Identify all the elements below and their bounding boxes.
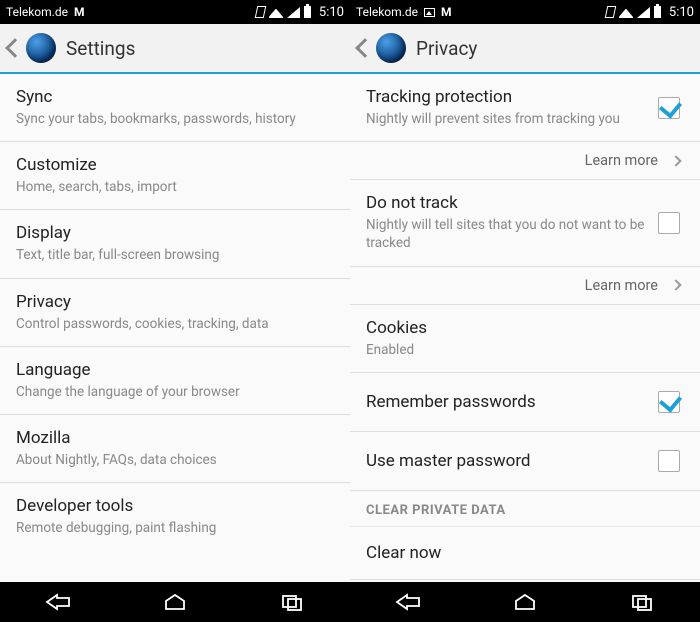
- item-title: Privacy: [16, 292, 334, 312]
- battery-icon: [654, 6, 661, 18]
- dnt-checkbox[interactable]: [658, 212, 680, 234]
- item-title: Developer tools: [16, 496, 334, 516]
- nav-back-button[interactable]: [38, 590, 78, 614]
- item-title: Clear now: [366, 543, 684, 563]
- tracking-checkbox[interactable]: [658, 97, 680, 119]
- tracking-learn-more[interactable]: Learn more: [350, 142, 700, 180]
- page-title: Privacy: [416, 37, 477, 60]
- privacy-list: Tracking protection Nightly will prevent…: [350, 74, 700, 582]
- learn-more-label: Learn more: [585, 152, 658, 169]
- item-title: Customize: [16, 155, 334, 175]
- mail-icon: M: [74, 5, 85, 19]
- status-clock: 5:10: [319, 5, 344, 20]
- nav-recent-button[interactable]: [622, 590, 662, 614]
- learn-more-label: Learn more: [585, 277, 658, 294]
- master-password-checkbox[interactable]: [658, 450, 680, 472]
- clear-private-data-header: CLEAR PRIVATE DATA: [350, 491, 700, 527]
- mail-icon: M: [441, 5, 452, 19]
- item-subtitle: Nightly will prevent sites from tracking…: [366, 110, 648, 128]
- signal-icon: [637, 7, 650, 18]
- signal-icon: [287, 7, 300, 18]
- item-subtitle: Home, search, tabs, import: [16, 178, 334, 196]
- nav-home-button[interactable]: [155, 590, 195, 614]
- chevron-right-icon: [670, 155, 681, 166]
- nfc-icon: [605, 6, 617, 18]
- settings-item-language[interactable]: Language Change the language of your bro…: [0, 347, 350, 415]
- dnt-learn-more[interactable]: Learn more: [350, 267, 700, 305]
- carrier-label: Telekom.de: [6, 5, 68, 19]
- status-bar: Telekom.de M 5:10: [0, 0, 350, 24]
- privacy-item-cookies[interactable]: Cookies Enabled: [350, 305, 700, 373]
- battery-icon: [304, 6, 311, 18]
- settings-list: Sync Sync your tabs, bookmarks, password…: [0, 74, 350, 582]
- wifi-icon: [269, 7, 283, 18]
- settings-item-mozilla[interactable]: Mozilla About Nightly, FAQs, data choice…: [0, 415, 350, 483]
- header-bar: Settings: [0, 24, 350, 74]
- item-title: Language: [16, 360, 334, 380]
- privacy-item-do-not-track[interactable]: Do not track Nightly will tell sites tha…: [350, 180, 700, 266]
- app-globe-icon[interactable]: [26, 33, 56, 63]
- item-subtitle: Change the language of your browser: [16, 383, 334, 401]
- privacy-pane: Telekom.de M 5:10 Privacy Tracking prote…: [350, 0, 700, 582]
- item-title: Cookies: [366, 318, 684, 338]
- privacy-item-clear-now[interactable]: Clear now: [350, 527, 700, 580]
- item-subtitle: Control passwords, cookies, tracking, da…: [16, 315, 334, 333]
- item-title: Use master password: [366, 451, 648, 471]
- settings-item-developer-tools[interactable]: Developer tools Remote debugging, paint …: [0, 483, 350, 550]
- header-bar: Privacy: [350, 24, 700, 74]
- nav-home-button[interactable]: [505, 590, 545, 614]
- nav-recent-button[interactable]: [272, 590, 312, 614]
- privacy-item-tracking-protection[interactable]: Tracking protection Nightly will prevent…: [350, 74, 700, 142]
- item-title: Sync: [16, 87, 334, 107]
- settings-item-sync[interactable]: Sync Sync your tabs, bookmarks, password…: [0, 74, 350, 142]
- screenshot-icon: [424, 8, 435, 17]
- item-title: Remember passwords: [366, 392, 648, 412]
- status-clock: 5:10: [669, 5, 694, 20]
- wifi-icon: [619, 7, 633, 18]
- status-bar: Telekom.de M 5:10: [350, 0, 700, 24]
- back-icon[interactable]: [355, 38, 375, 58]
- nav-back-button[interactable]: [388, 590, 428, 614]
- remember-passwords-checkbox[interactable]: [658, 391, 680, 413]
- item-subtitle: Remote debugging, paint flashing: [16, 519, 334, 537]
- settings-item-customize[interactable]: Customize Home, search, tabs, import: [0, 142, 350, 210]
- chevron-right-icon: [670, 279, 681, 290]
- item-subtitle: Sync your tabs, bookmarks, passwords, hi…: [16, 110, 334, 128]
- item-subtitle: Nightly will tell sites that you do not …: [366, 216, 648, 252]
- item-title: Mozilla: [16, 428, 334, 448]
- privacy-item-master-password[interactable]: Use master password: [350, 432, 700, 491]
- item-title: Tracking protection: [366, 87, 648, 107]
- item-subtitle: Text, title bar, full-screen browsing: [16, 246, 334, 264]
- settings-pane: Telekom.de M 5:10 Settings Sync Sync you…: [0, 0, 350, 582]
- page-title: Settings: [66, 37, 135, 60]
- privacy-item-remember-passwords[interactable]: Remember passwords: [350, 373, 700, 432]
- item-subtitle: About Nightly, FAQs, data choices: [16, 451, 334, 469]
- back-icon[interactable]: [5, 38, 25, 58]
- item-title: Display: [16, 223, 334, 243]
- carrier-label: Telekom.de: [356, 5, 418, 19]
- nfc-icon: [255, 6, 267, 18]
- settings-item-display[interactable]: Display Text, title bar, full-screen bro…: [0, 210, 350, 278]
- system-nav-bar: [0, 582, 700, 622]
- settings-item-privacy[interactable]: Privacy Control passwords, cookies, trac…: [0, 279, 350, 347]
- item-subtitle: Enabled: [366, 341, 684, 359]
- app-globe-icon[interactable]: [376, 33, 406, 63]
- item-title: Do not track: [366, 193, 648, 213]
